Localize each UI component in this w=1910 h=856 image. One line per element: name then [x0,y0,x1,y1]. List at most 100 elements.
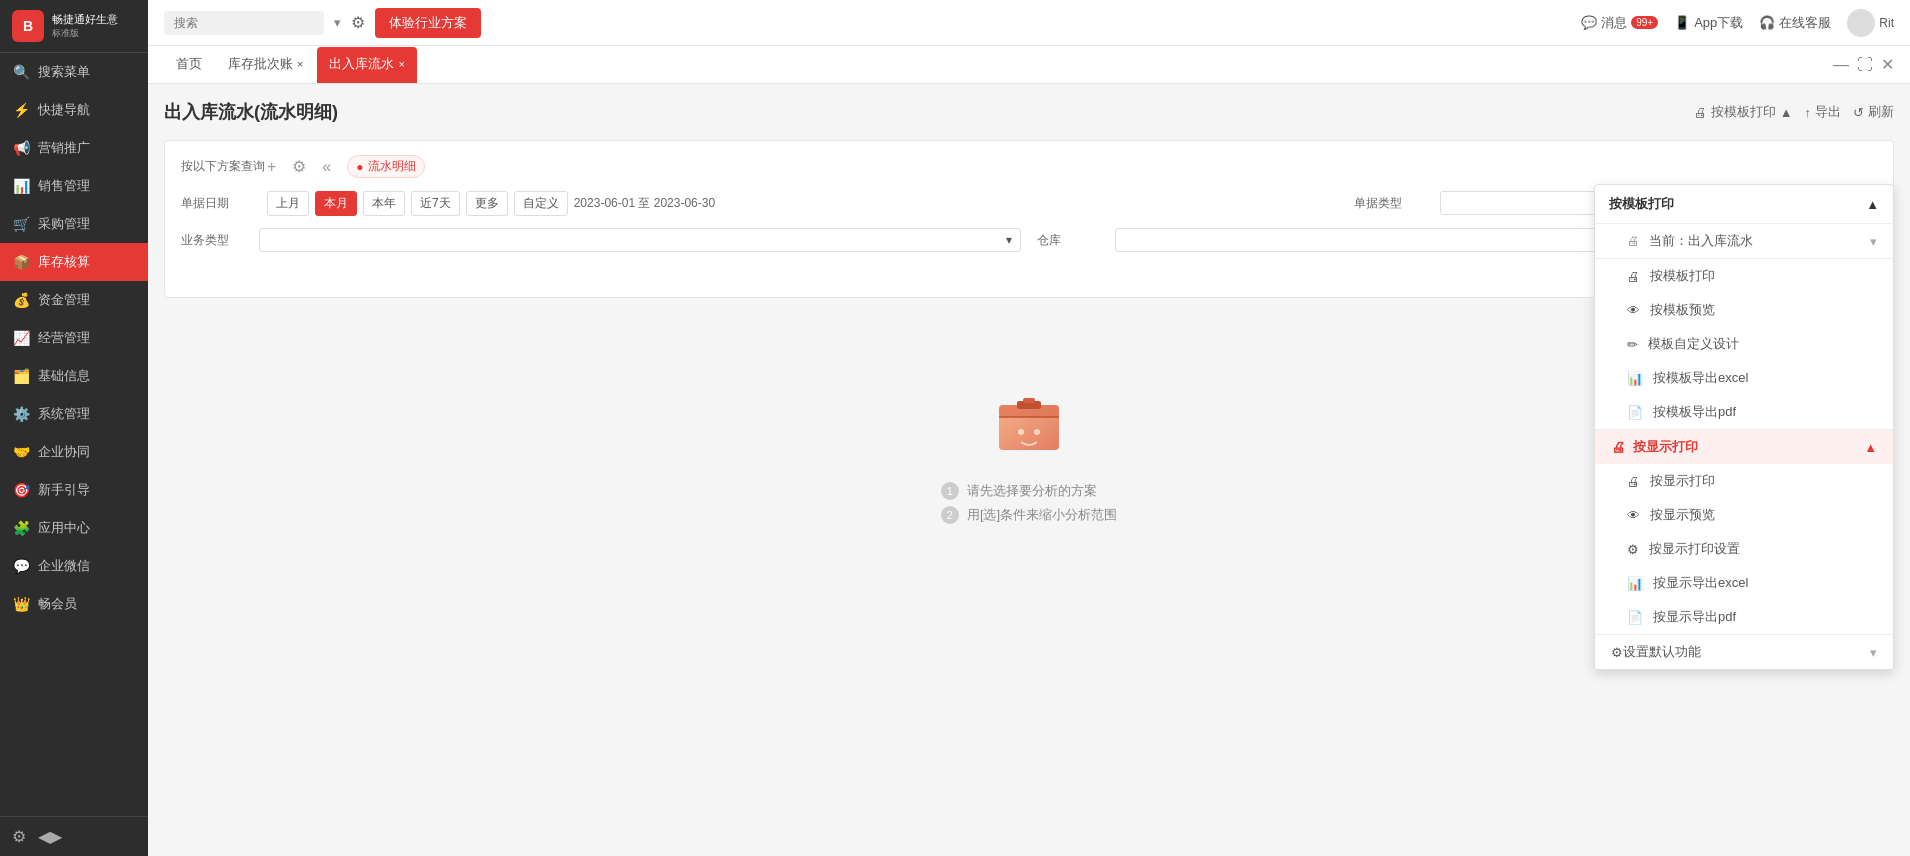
message-badge: 99+ [1631,16,1658,29]
dropdown-collapse-arrow[interactable]: ▲ [1866,197,1879,212]
dropdown-arrow-icon[interactable]: ▾ [334,15,341,30]
export-button[interactable]: ↑ 导出 [1805,103,1842,121]
sidebar-item-operations[interactable]: 📈 经营管理 [0,319,148,357]
dropdown-current-item[interactable]: 🖨 当前：出入库流水 ▾ [1595,224,1893,258]
step-1-number: 1 [941,482,959,500]
dropdown-display-print[interactable]: 🖨 按显示打印 [1595,464,1893,498]
sidebar-item-quick-nav[interactable]: ⚡ 快捷导航 [0,91,148,129]
download-icon: 📱 [1674,15,1690,30]
dropdown-display-excel[interactable]: 📊 按显示导出excel [1595,566,1893,600]
tab-minimize-button[interactable]: — [1833,55,1849,74]
app-download-button[interactable]: 📱 App下载 [1674,14,1743,32]
date-btn-custom[interactable]: 自定义 [514,191,568,216]
refresh-button[interactable]: ↺ 刷新 [1853,103,1894,121]
step-1-text: 请先选择要分析的方案 [967,482,1097,500]
app-name: 畅捷通好生意 [52,12,118,26]
tab-inventory-flow-label: 出入库流水 [329,55,394,73]
tab-batch-account-close[interactable]: × [297,58,303,70]
settings-icon[interactable]: ⚙ [12,827,26,846]
finance-icon: 💰 [12,292,30,308]
sidebar-item-label: 新手引导 [38,481,90,499]
sidebar-item-inventory[interactable]: 📦 库存核算 [0,243,148,281]
print-template-button[interactable]: 🖨 按模板打印 ▲ [1694,103,1793,121]
guide-icon: 🎯 [12,482,30,498]
operations-icon: 📈 [12,330,30,346]
sidebar-item-label: 资金管理 [38,291,90,309]
date-btn-more[interactable]: 更多 [466,191,508,216]
step-2-number: 2 [941,506,959,524]
dropdown-template-pdf[interactable]: 📄 按模板导出pdf [1595,395,1893,429]
sidebar-item-sales[interactable]: 📊 销售管理 [0,167,148,205]
sidebar-item-label: 快捷导航 [38,101,90,119]
message-icon: 💬 [1581,15,1597,30]
svg-rect-3 [1023,398,1035,403]
sidebar-item-basic-info[interactable]: 🗂️ 基础信息 [0,357,148,395]
date-btn-this-month[interactable]: 本月 [315,191,357,216]
sidebar-item-finance[interactable]: 💰 资金管理 [0,281,148,319]
user-avatar-area[interactable]: Rit [1847,9,1894,37]
sidebar-item-label: 销售管理 [38,177,90,195]
sidebar-item-wechat[interactable]: 💬 企业微信 [0,547,148,585]
dropdown-title: 按模板打印 [1609,195,1674,213]
dropdown-footer[interactable]: ⚙ 设置默认功能 ▾ [1595,634,1893,669]
message-button[interactable]: 💬 消息 99+ [1581,14,1658,32]
dropdown-template-excel[interactable]: 📊 按模板导出excel [1595,361,1893,395]
sidebar-item-collab[interactable]: 🤝 企业协同 [0,433,148,471]
system-icon: ⚙️ [12,406,30,422]
gear-icon[interactable]: ⚙ [351,13,365,32]
online-service-button[interactable]: 🎧 在线客服 [1759,14,1831,32]
tabbar: 首页 库存批次账 × 出入库流水 × — ⛶ ✕ [148,46,1910,84]
sidebar-item-label: 基础信息 [38,367,90,385]
sidebar-item-marketing[interactable]: 📢 营销推广 [0,129,148,167]
industry-solution-button[interactable]: 体验行业方案 [375,8,481,38]
sidebar-item-label: 畅会员 [38,595,77,613]
tab-close-all-button[interactable]: ✕ [1881,55,1894,74]
main-area: ▾ ⚙ 体验行业方案 💬 消息 99+ 📱 App下载 🎧 在线客服 Rit [148,0,1910,856]
sidebar-item-guide[interactable]: 🎯 新手引导 [0,471,148,509]
search-input[interactable] [164,11,324,35]
app-logo: B 畅捷通好生意 标准版 [0,0,148,53]
filter-config-button[interactable]: ⚙ [292,157,306,176]
sidebar-item-label: 采购管理 [38,215,90,233]
biz-type-select[interactable]: ▾ [259,228,1021,252]
dropdown-current-label: 当前：出入库流水 [1649,232,1753,250]
sidebar-item-purchase[interactable]: 🛒 采购管理 [0,205,148,243]
app-center-icon: 🧩 [12,520,30,536]
display-pdf-icon: 📄 [1627,610,1643,625]
dropdown-template-design[interactable]: ✏ 模板自定义设计 [1595,327,1893,361]
filter-collapse-button[interactable]: « [322,158,331,176]
topbar: ▾ ⚙ 体验行业方案 💬 消息 99+ 📱 App下载 🎧 在线客服 Rit [148,0,1910,46]
tab-batch-account[interactable]: 库存批次账 × [216,47,315,83]
filter-col-biz: 业务类型 ▾ [181,228,1021,252]
date-btn-last-month[interactable]: 上月 [267,191,309,216]
dropdown-display-pdf[interactable]: 📄 按显示导出pdf [1595,600,1893,634]
dropdown-template-print[interactable]: 🖨 按模板打印 [1595,259,1893,293]
date-btn-this-year[interactable]: 本年 [363,191,405,216]
collapse-icon[interactable]: ◀▶ [38,827,62,846]
filter-tag-flow[interactable]: ● 流水明细 [347,155,424,178]
sidebar-item-search[interactable]: 🔍 搜索菜单 [0,53,148,91]
sidebar-item-app-center[interactable]: 🧩 应用中心 [0,509,148,547]
basic-info-icon: 🗂️ [12,368,30,384]
dropdown-display-settings[interactable]: ⚙ 按显示打印设置 [1595,532,1893,566]
dropdown-template-preview[interactable]: 👁 按模板预览 [1595,293,1893,327]
sidebar-item-member[interactable]: 👑 畅会员 [0,585,148,623]
tab-inventory-flow[interactable]: 出入库流水 × [317,47,416,83]
filter-date-controls: 上月 本月 本年 近7天 更多 自定义 2023-06-01 至 2023-06… [267,191,1338,216]
dropdown-display-section-header[interactable]: 🖨 按显示打印 ▲ [1595,430,1893,464]
display-excel-icon: 📊 [1627,576,1643,591]
topbar-left: ▾ ⚙ 体验行业方案 [164,8,481,38]
filter-add-button[interactable]: + [267,158,276,176]
template-pdf-icon: 📄 [1627,405,1643,420]
logo-icon: B [12,10,44,42]
sidebar-item-system[interactable]: ⚙️ 系统管理 [0,395,148,433]
sales-icon: 📊 [12,178,30,194]
dropdown-display-preview[interactable]: 👁 按显示预览 [1595,498,1893,532]
svg-point-5 [1018,429,1024,435]
tab-home[interactable]: 首页 [164,47,214,83]
tab-fullscreen-button[interactable]: ⛶ [1857,55,1873,74]
dropdown-footer-arrow: ▾ [1870,645,1877,660]
date-btn-7days[interactable]: 近7天 [411,191,460,216]
content-area: 出入库流水(流水明细) 🖨 按模板打印 ▲ ↑ 导出 ↺ 刷新 [148,84,1910,856]
tab-inventory-flow-close[interactable]: × [398,58,404,70]
